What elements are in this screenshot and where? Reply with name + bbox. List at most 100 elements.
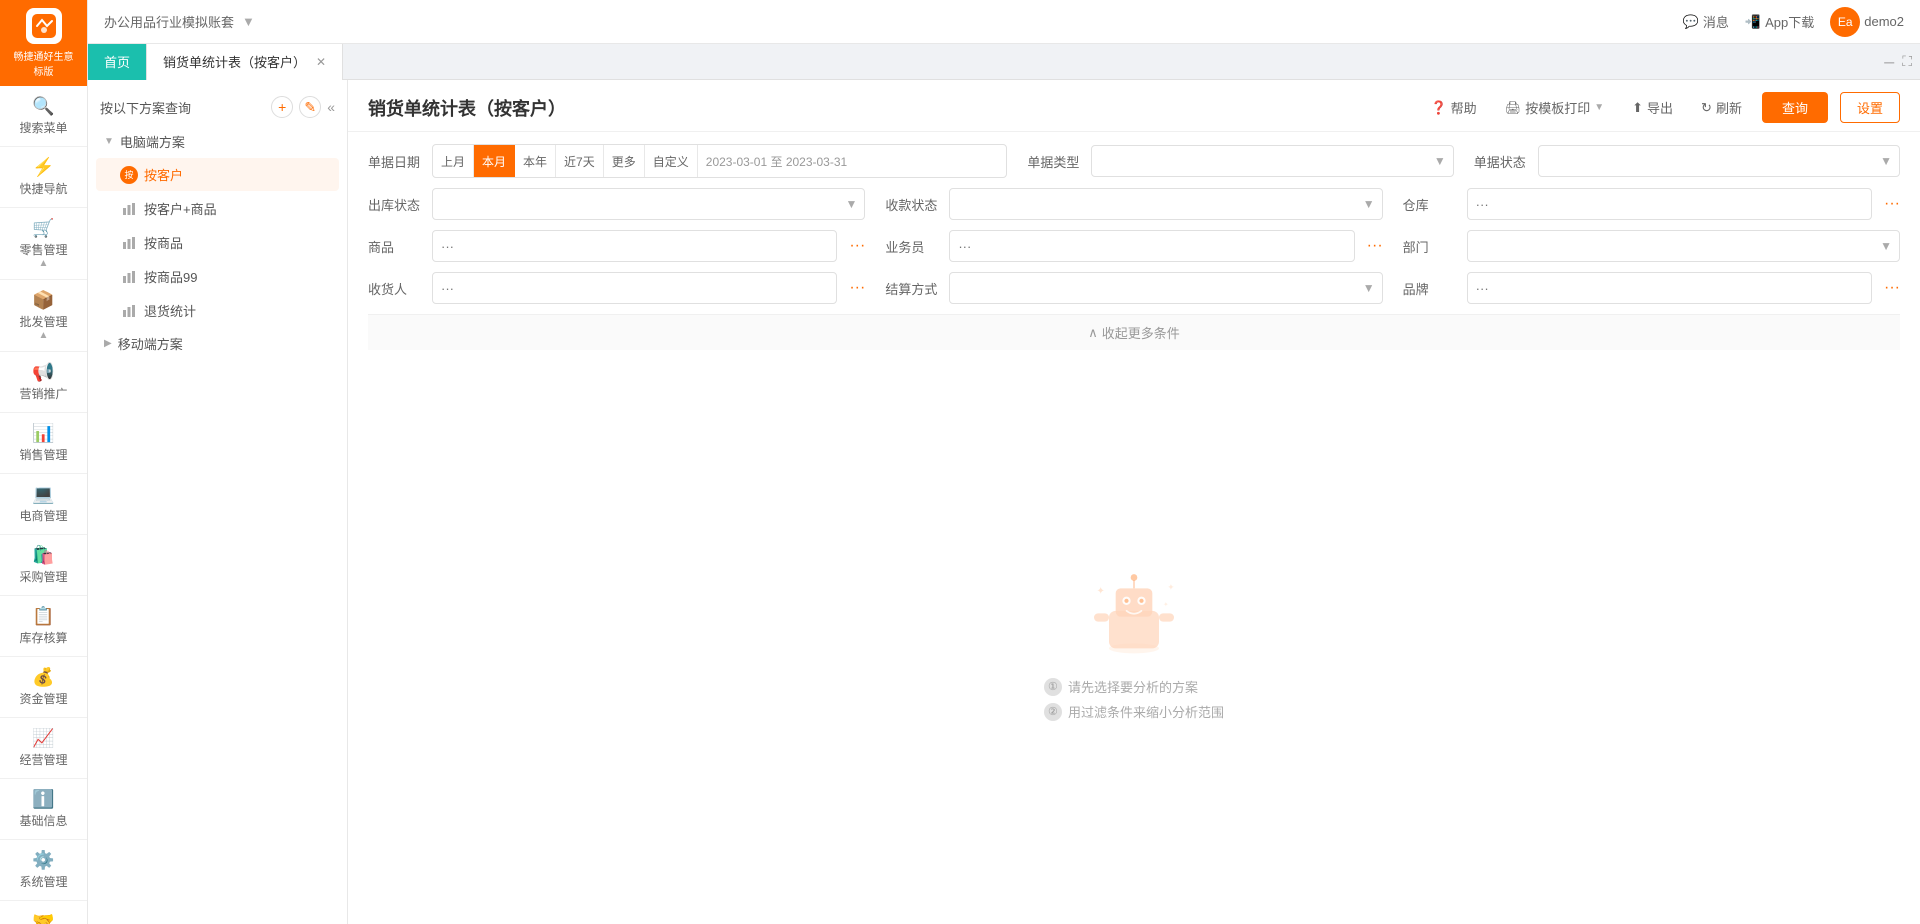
warehouse-input[interactable]	[1467, 188, 1872, 220]
salesperson-ellipsis-btn[interactable]: ···	[1367, 237, 1383, 255]
tree-item-by-product-99[interactable]: 按商品99	[96, 260, 339, 293]
last-month-btn[interactable]: 上月	[433, 145, 474, 177]
message-btn[interactable]: 💬 消息	[1683, 12, 1729, 31]
refresh-btn[interactable]: ↻ 刷新	[1693, 94, 1750, 121]
mobile-arrow-icon: ▶	[104, 338, 112, 349]
tree-item-by-customer-product[interactable]: 按客户+商品	[96, 192, 339, 225]
this-year-btn[interactable]: 本年	[515, 145, 556, 177]
recipient-input[interactable]	[432, 272, 837, 304]
breadcrumb: 办公用品行业模拟账套 ▼	[104, 12, 255, 31]
breadcrumb-text: 办公用品行业模拟账套	[104, 12, 234, 31]
query-btn[interactable]: 查询	[1762, 92, 1828, 123]
department-label: 部门	[1403, 237, 1459, 256]
collapse-filters-btn[interactable]: ∧ 收起更多条件	[368, 314, 1900, 350]
app-subtitle: 标版	[34, 63, 54, 78]
out-status-select[interactable]	[432, 188, 865, 220]
page-title: 销货单统计表（按客户）	[368, 95, 566, 121]
sidebar-item-finance[interactable]: 💰 资金管理	[0, 657, 87, 718]
left-panel: 按以下方案查询 + ✎ « ▼ 电脑端方案	[88, 80, 348, 924]
settlement-label: 结算方式	[885, 279, 941, 298]
content-area: 按以下方案查询 + ✎ « ▼ 电脑端方案	[88, 80, 1920, 924]
doc-status-select[interactable]	[1538, 145, 1900, 177]
tree-item-by-product[interactable]: 按商品	[96, 226, 339, 259]
more-btn[interactable]: 更多	[604, 145, 645, 177]
filter-row-1: 单据日期 上月 本月 本年 近7天 更多 自定义 2023-03-01 至 20…	[368, 144, 1900, 178]
mobile-section-title[interactable]: ▶ 移动端方案	[96, 328, 339, 359]
refresh-icon: ↻	[1701, 100, 1712, 116]
settings-btn[interactable]: 设置	[1840, 92, 1900, 123]
filter-area: 单据日期 上月 本月 本年 近7天 更多 自定义 2023-03-01 至 20…	[348, 132, 1920, 362]
empty-tip-2: ② 用过滤条件来缩小分析范围	[1044, 702, 1224, 721]
warehouse-ellipsis-btn[interactable]: ···	[1884, 195, 1900, 213]
product-input[interactable]	[432, 230, 837, 262]
brand-input[interactable]	[1467, 272, 1872, 304]
app-name: 畅捷通好生意	[14, 48, 74, 63]
sidebar-item-inventory[interactable]: 📋 库存核算	[0, 596, 87, 657]
svg-text:✦: ✦	[1163, 601, 1169, 609]
custom-btn[interactable]: 自定义	[645, 145, 698, 177]
doc-type-label: 单据类型	[1027, 152, 1083, 171]
pc-section-title[interactable]: ▼ 电脑端方案	[96, 126, 339, 157]
filter-row-3: 商品 ··· 业务员 ··· 部门	[368, 230, 1900, 262]
tab-close-icon[interactable]: ✕	[316, 55, 326, 69]
sidebar-item-basic-info[interactable]: ℹ️ 基础信息	[0, 779, 87, 840]
app-logo: 畅捷通好生意 标版	[0, 0, 88, 86]
sidebar-item-procurement[interactable]: 🛍️ 采购管理	[0, 535, 87, 596]
settlement-select[interactable]	[949, 272, 1382, 304]
sidebar-item-sales[interactable]: 📊 销售管理	[0, 413, 87, 474]
pc-section: ▼ 电脑端方案 按 按客户 按客户+商品	[88, 126, 347, 327]
download-icon: 📲	[1745, 14, 1761, 30]
empty-state: ✦ ✦ ✦ ① 请先选择要分析的方案 ② 用过滤条件来缩小分析范围	[348, 362, 1920, 924]
doc-type-select[interactable]	[1091, 145, 1453, 177]
tip-num-1: ①	[1044, 678, 1062, 696]
out-status-select-wrapper: ▼	[432, 188, 865, 220]
export-btn[interactable]: ⬆ 导出	[1624, 94, 1681, 121]
empty-illustration: ✦ ✦ ✦	[1084, 565, 1184, 665]
sidebar-item-system[interactable]: ⚙️ 系统管理	[0, 840, 87, 901]
tab-sales-stats[interactable]: 销货单统计表（按客户） ✕	[147, 44, 343, 80]
tab-minimize-icon[interactable]: ─	[1884, 54, 1894, 70]
this-month-btn[interactable]: 本月	[474, 145, 515, 177]
sidebar-item-marketing[interactable]: 📢 营销推广	[0, 352, 87, 413]
by-customer-label: 按客户	[144, 165, 183, 184]
sidebar-item-enterprise[interactable]: 🤝 企业协同	[0, 901, 87, 924]
department-select[interactable]	[1467, 230, 1900, 262]
recipient-ellipsis-btn[interactable]: ···	[849, 279, 865, 297]
main-wrap: 办公用品行业模拟账套 ▼ 💬 消息 📲 App下载 Ea demo2 首页 销货…	[88, 0, 1920, 924]
tab-maximize-icon[interactable]: ⛶	[1902, 53, 1912, 70]
brand-ellipsis-btn[interactable]: ···	[1884, 279, 1900, 297]
tree-item-return-stats[interactable]: 退货统计	[96, 294, 339, 327]
user-menu-btn[interactable]: Ea demo2	[1830, 7, 1904, 37]
add-scheme-btn[interactable]: +	[271, 96, 293, 118]
template-print-btn[interactable]: 🖨 按模板打印 ▼	[1497, 94, 1612, 121]
app-download-btn[interactable]: 📲 App下载	[1745, 12, 1814, 31]
help-btn[interactable]: ❓ 帮助	[1422, 94, 1484, 121]
tab-sales-stats-label: 销货单统计表（按客户）	[163, 52, 306, 71]
sidebar: 畅捷通好生意 标版 🔍 搜索菜单 ⚡ 快捷导航 🛒 零售管理 ▲ 📦 批发管理 …	[0, 0, 88, 924]
last-7-days-btn[interactable]: 近7天	[556, 145, 604, 177]
sidebar-item-search[interactable]: 🔍 搜索菜单	[0, 86, 87, 147]
tab-home[interactable]: 首页	[88, 44, 147, 80]
sidebar-item-label: 系统管理	[19, 873, 67, 890]
filter-product: 商品 ···	[368, 230, 865, 262]
collapse-panel-btn[interactable]: «	[327, 99, 335, 115]
department-select-wrapper: ▼	[1467, 230, 1900, 262]
by-customer-icon: 按	[120, 166, 138, 184]
tree-item-by-customer[interactable]: 按 按客户	[96, 158, 339, 191]
sidebar-item-wholesale[interactable]: 📦 批发管理 ▲	[0, 280, 87, 352]
edit-scheme-btn[interactable]: ✎	[299, 96, 321, 118]
sidebar-item-retail[interactable]: 🛒 零售管理 ▲	[0, 208, 87, 280]
salesperson-input[interactable]	[949, 230, 1354, 262]
product-ellipsis-btn[interactable]: ···	[849, 237, 865, 255]
empty-tip-1: ① 请先选择要分析的方案	[1044, 677, 1224, 696]
filter-row-2: 出库状态 ▼ 收款状态	[368, 188, 1900, 220]
breadcrumb-arrow-icon[interactable]: ▼	[242, 14, 255, 29]
sidebar-item-quick-nav[interactable]: ⚡ 快捷导航	[0, 147, 87, 208]
return-stats-label: 退货统计	[144, 301, 196, 320]
sidebar-item-ecommerce[interactable]: 💻 电商管理	[0, 474, 87, 535]
tab-home-label: 首页	[104, 52, 130, 71]
doc-status-label: 单据状态	[1474, 152, 1530, 171]
sidebar-item-operations[interactable]: 📈 经营管理	[0, 718, 87, 779]
collection-status-select[interactable]	[949, 188, 1382, 220]
sidebar-item-label: 零售管理	[19, 241, 67, 258]
